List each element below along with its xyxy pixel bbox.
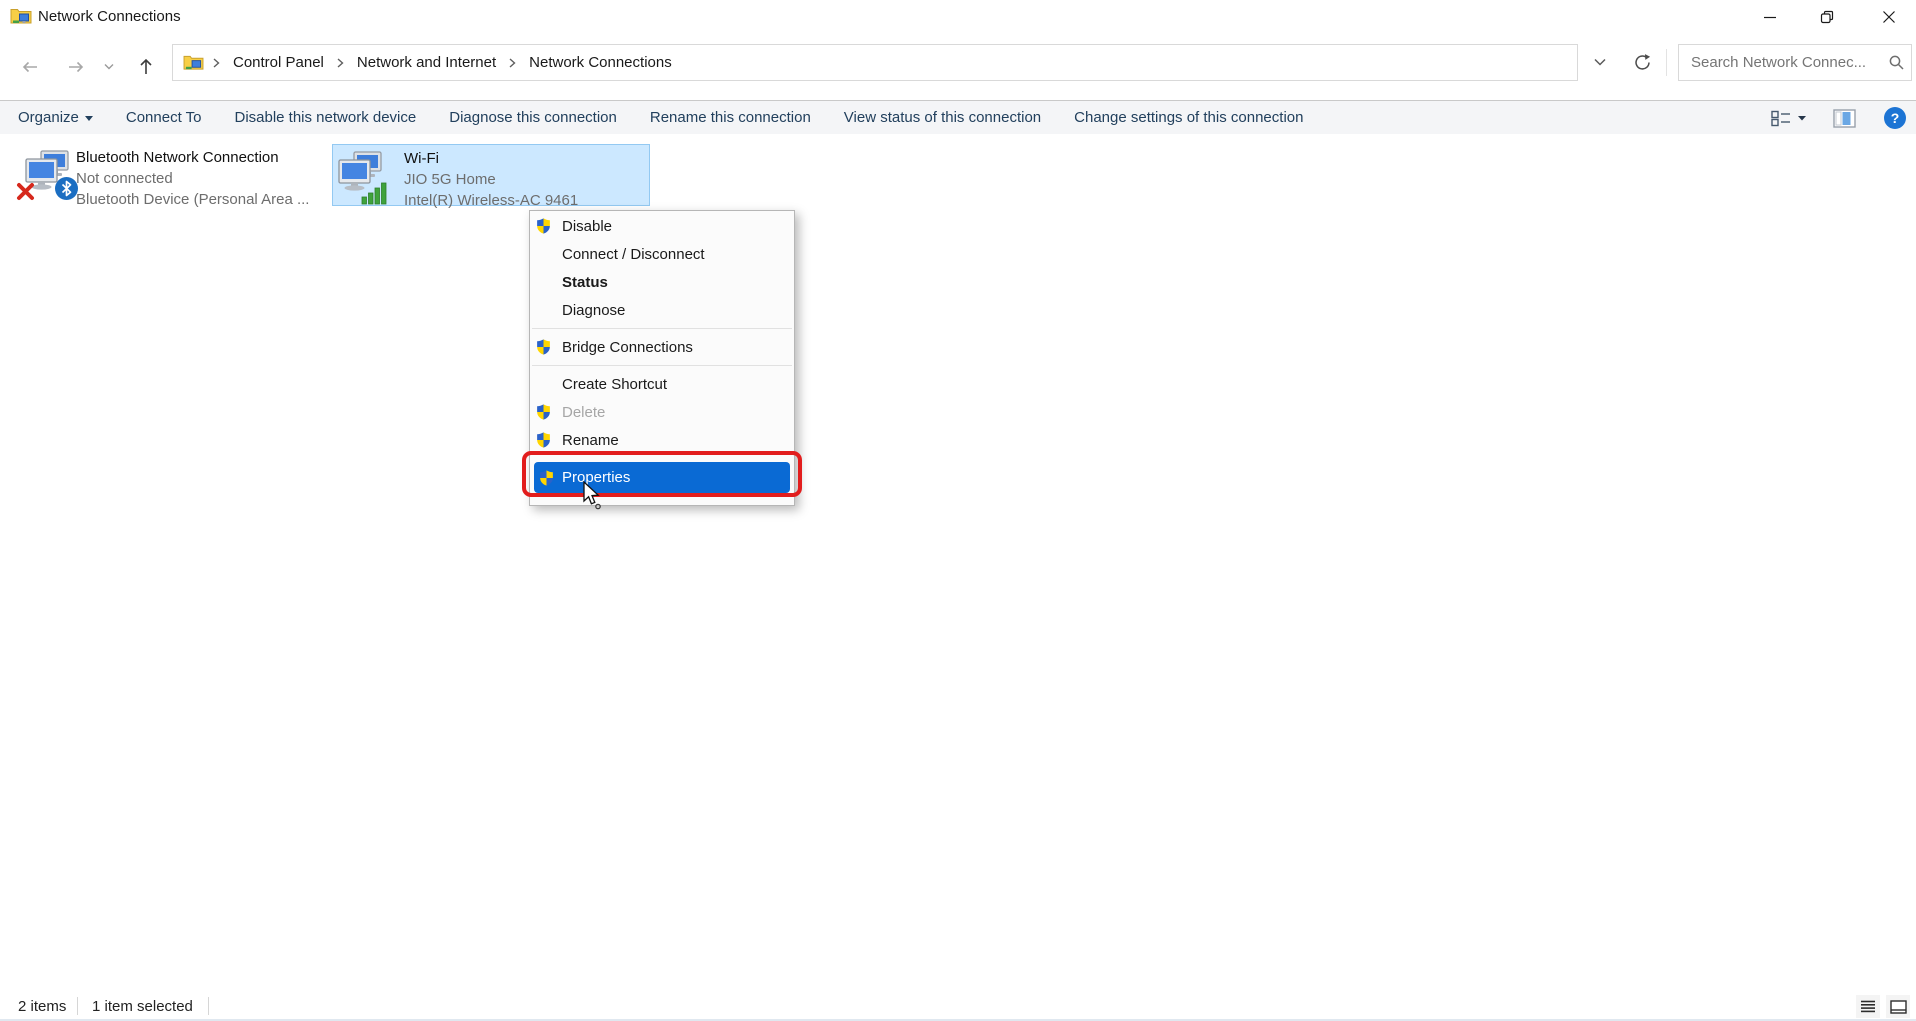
- help-icon[interactable]: ?: [1884, 107, 1906, 129]
- details-view-button[interactable]: [1856, 995, 1880, 1018]
- items-count: 2 items: [18, 998, 66, 1015]
- refresh-button[interactable]: [1622, 44, 1662, 81]
- menu-spacer: [530, 454, 794, 462]
- connection-device: Intel(R) Wireless-AC 9461: [404, 190, 578, 211]
- breadcrumb-chevron-icon: [336, 57, 345, 69]
- dropdown-arrow-icon: [85, 116, 93, 121]
- divider: [208, 997, 209, 1015]
- menu-item-properties[interactable]: Properties: [534, 462, 790, 493]
- menu-item-bridge-connections[interactable]: Bridge Connections: [530, 333, 794, 361]
- rename-connection-button[interactable]: Rename this connection: [650, 109, 811, 126]
- menu-item-label: Disable: [562, 218, 612, 235]
- menu-item-diagnose[interactable]: Diagnose: [530, 296, 794, 324]
- connection-network: JIO 5G Home: [404, 169, 578, 190]
- divider: [77, 997, 78, 1015]
- command-bar: Organize Connect To Disable this network…: [0, 100, 1916, 134]
- menu-item-label: Connect / Disconnect: [562, 246, 705, 263]
- address-network-folder-icon: [183, 54, 204, 72]
- disable-device-button[interactable]: Disable this network device: [234, 109, 416, 126]
- recent-locations-chevron[interactable]: [95, 49, 123, 85]
- view-icon: [1771, 110, 1792, 127]
- close-button[interactable]: [1863, 0, 1915, 34]
- uac-shield-icon: [535, 431, 562, 449]
- context-menu: Disable Connect / Disconnect Status Diag…: [529, 210, 795, 506]
- title-bar: Network Connections: [0, 0, 1916, 36]
- navigation-bar: Control Panel Network and Internet Netwo…: [0, 36, 1916, 100]
- menu-item-connect-disconnect[interactable]: Connect / Disconnect: [530, 240, 794, 268]
- minimize-button[interactable]: [1744, 0, 1796, 34]
- breadcrumb-chevron-icon: [508, 57, 517, 69]
- menu-item-status[interactable]: Status: [530, 268, 794, 296]
- divider: [1666, 49, 1667, 76]
- search-box: [1678, 44, 1912, 81]
- breadcrumb-chevron-icon: [212, 57, 221, 69]
- address-bar[interactable]: Control Panel Network and Internet Netwo…: [172, 44, 1578, 81]
- menu-item-label: Rename: [562, 432, 619, 449]
- network-folder-icon: [10, 7, 32, 31]
- connection-status: Not connected: [76, 168, 309, 189]
- status-bar: 2 items 1 item selected: [0, 994, 1916, 1021]
- connect-to-button[interactable]: Connect To: [126, 109, 202, 126]
- menu-item-delete: Delete: [530, 398, 794, 426]
- view-dropdown-arrow-icon: [1797, 115, 1807, 122]
- uac-shield-icon: [538, 469, 562, 487]
- network-connections-window: Network Connections: [0, 0, 1916, 1021]
- uac-shield-icon: [535, 217, 562, 235]
- menu-separator: [532, 328, 792, 329]
- change-view-button[interactable]: [1771, 110, 1807, 127]
- up-button[interactable]: [128, 49, 164, 85]
- uac-shield-icon: [535, 403, 562, 421]
- menu-item-disable[interactable]: Disable: [530, 212, 794, 240]
- menu-item-create-shortcut[interactable]: Create Shortcut: [530, 370, 794, 398]
- menu-item-rename[interactable]: Rename: [530, 426, 794, 454]
- signal-strength-icon: [361, 181, 388, 210]
- menu-item-label: Delete: [562, 404, 605, 421]
- connection-tile-wifi-selected[interactable]: Wi-Fi JIO 5G Home Intel(R) Wireless-AC 9…: [332, 144, 650, 206]
- connection-device: Bluetooth Device (Personal Area ...: [76, 189, 309, 210]
- menu-item-label: Properties: [562, 469, 630, 486]
- bluetooth-connection-icon: [24, 150, 74, 202]
- connection-name: Bluetooth Network Connection: [76, 147, 309, 168]
- connection-name: Wi-Fi: [404, 148, 578, 169]
- large-icons-view-button[interactable]: [1886, 995, 1910, 1018]
- wifi-connection-icon: [337, 151, 387, 203]
- selection-count: 1 item selected: [92, 998, 193, 1015]
- not-connected-x-icon: [16, 182, 35, 206]
- preview-pane-button[interactable]: [1833, 109, 1856, 128]
- search-input[interactable]: [1679, 54, 1881, 71]
- window-title: Network Connections: [38, 8, 181, 25]
- menu-item-label: Bridge Connections: [562, 339, 693, 356]
- search-icon[interactable]: [1881, 54, 1911, 71]
- menu-item-label: Status: [562, 274, 608, 291]
- menu-item-label: Diagnose: [562, 302, 625, 319]
- address-dropdown-chevron[interactable]: [1582, 44, 1618, 81]
- diagnose-connection-button[interactable]: Diagnose this connection: [449, 109, 617, 126]
- change-settings-button[interactable]: Change settings of this connection: [1074, 109, 1303, 126]
- back-button[interactable]: [12, 49, 48, 85]
- organize-label: Organize: [18, 109, 79, 126]
- restore-button[interactable]: [1801, 0, 1853, 34]
- breadcrumb-control-panel[interactable]: Control Panel: [230, 52, 327, 73]
- breadcrumb-network-and-internet[interactable]: Network and Internet: [354, 52, 499, 73]
- connection-tile-bluetooth[interactable]: Bluetooth Network Connection Not connect…: [20, 144, 322, 206]
- menu-separator: [532, 365, 792, 366]
- forward-button[interactable]: [58, 49, 94, 85]
- uac-shield-icon: [535, 338, 562, 356]
- menu-item-label: Create Shortcut: [562, 376, 667, 393]
- breadcrumb-network-connections[interactable]: Network Connections: [526, 52, 675, 73]
- organize-button[interactable]: Organize: [18, 109, 93, 126]
- view-status-button[interactable]: View status of this connection: [844, 109, 1041, 126]
